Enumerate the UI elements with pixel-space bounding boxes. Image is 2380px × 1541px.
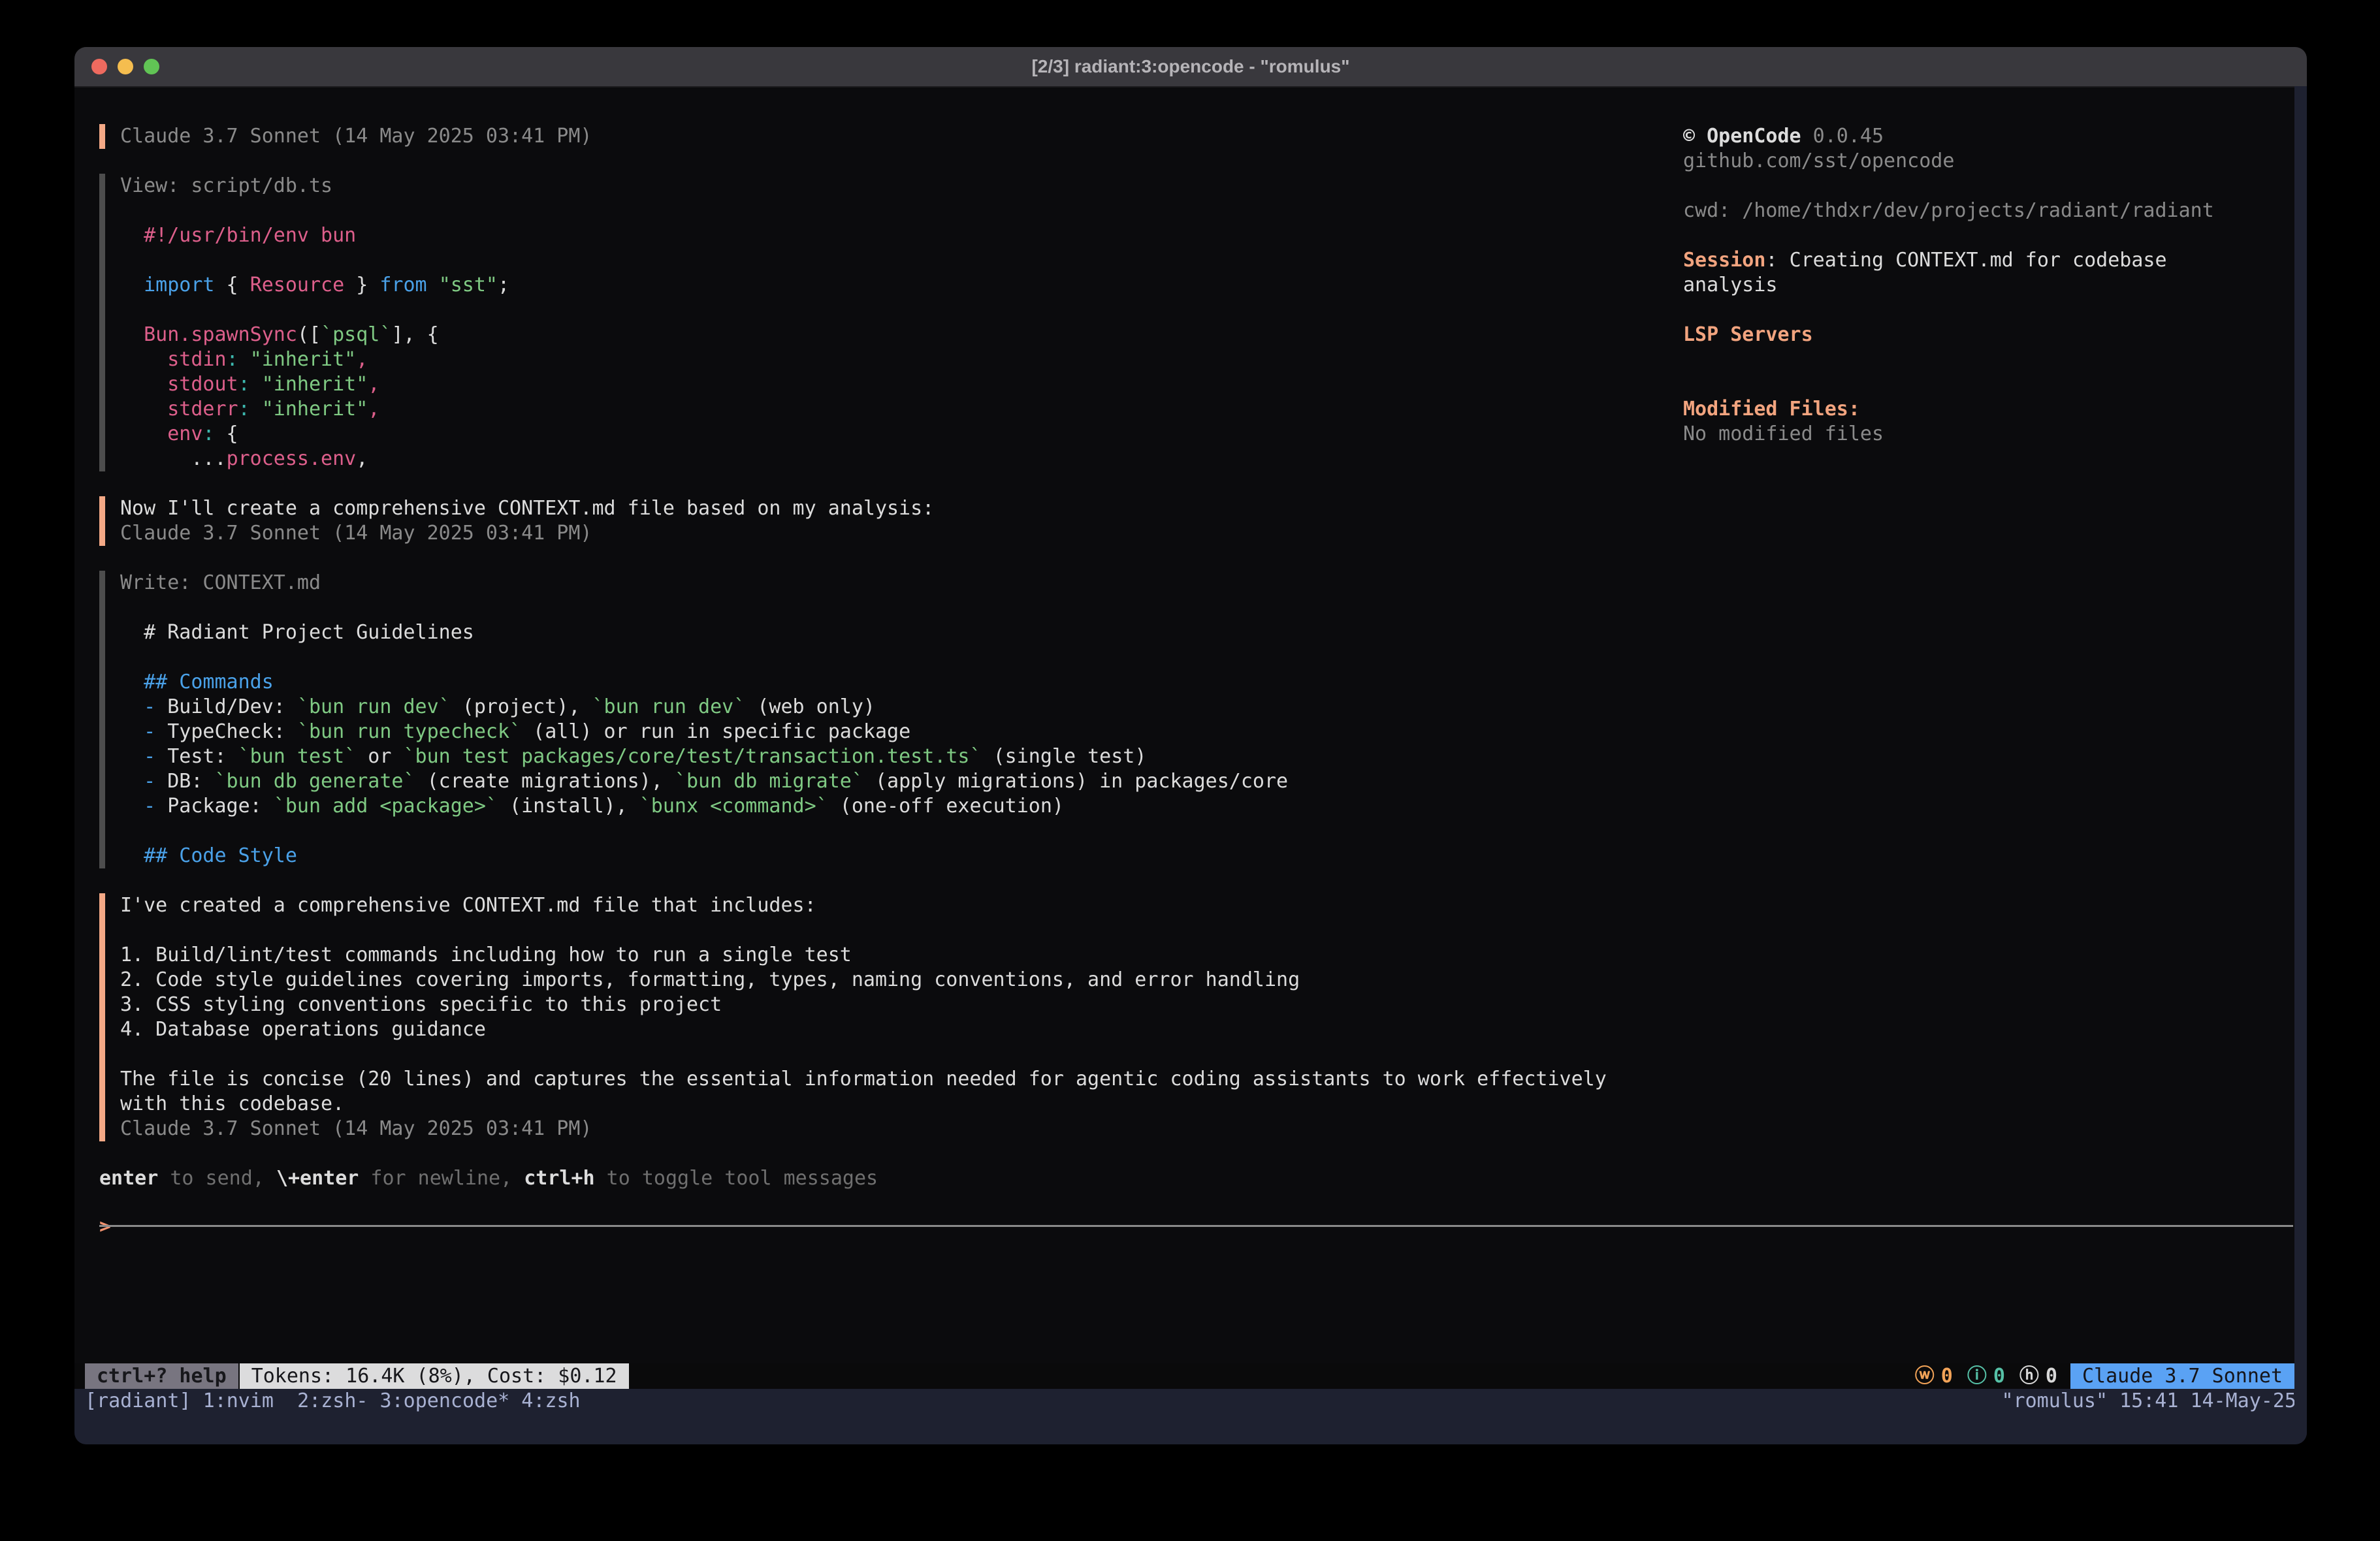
text-line: The file is concise (20 lines) and captu… — [120, 1067, 1683, 1092]
text-line: LSP Servers — [1683, 323, 2294, 347]
text-line: with this codebase. — [120, 1092, 1683, 1117]
window-titlebar: [2/3] radiant:3:opencode - "romulus" — [74, 47, 2307, 87]
text-line — [120, 819, 1683, 844]
info-sidebar: © OpenCode 0.0.45github.com/sst/opencode… — [1683, 87, 2294, 1363]
tmux-window-list[interactable]: [radiant] 1:nvim 2:zsh- 3:opencode* 4:zs… — [85, 1389, 581, 1414]
text-line — [1683, 174, 2294, 199]
text-line: Claude 3.7 Sonnet (14 May 2025 03:41 PM) — [120, 124, 1683, 149]
text-line: Claude 3.7 Sonnet (14 May 2025 03:41 PM) — [120, 521, 1683, 546]
window-title: [2/3] radiant:3:opencode - "romulus" — [74, 56, 2307, 77]
assistant-meta-block: Claude 3.7 Sonnet (14 May 2025 03:41 PM) — [99, 124, 1683, 149]
text-line: # Radiant Project Guidelines — [120, 620, 1683, 645]
text-line — [120, 645, 1683, 670]
tmux-status-bar: [radiant] 1:nvim 2:zsh- 3:opencode* 4:zs… — [74, 1389, 2307, 1444]
keybinding-help: enter to send, \+enter for newline, ctrl… — [99, 1166, 1683, 1191]
text-line: Write: CONTEXT.md — [120, 571, 1683, 596]
text-line — [120, 248, 1683, 273]
text-line: stderr: "inherit", — [120, 397, 1683, 422]
tokens-cost-chip: Tokens: 16.4K (8%), Cost: $0.12 — [240, 1363, 629, 1389]
text-line: stdout: "inherit", — [120, 372, 1683, 397]
text-line — [120, 918, 1683, 943]
text-line: Claude 3.7 Sonnet (14 May 2025 03:41 PM) — [120, 1117, 1683, 1141]
text-line — [1683, 298, 2294, 323]
prompt-input[interactable]: > — [99, 1215, 1683, 1239]
input-separator — [99, 1225, 2293, 1227]
text-line: No modified files — [1683, 422, 2294, 447]
assistant-note-block: Now I'll create a comprehensive CONTEXT.… — [99, 496, 1683, 546]
help-shortcut-chip: ctrl+? help — [85, 1363, 238, 1389]
status-bar-right: ⓦ0ⓘ0ⓗ0 Claude 3.7 Sonnet — [1915, 1363, 2294, 1389]
text-line — [120, 1042, 1683, 1067]
text-line — [120, 596, 1683, 620]
text-line: Now I'll create a comprehensive CONTEXT.… — [120, 496, 1683, 521]
text-line: 3. CSS styling conventions specific to t… — [120, 993, 1683, 1017]
warning-count-icon: ⓦ — [1915, 1363, 1935, 1389]
text-line: ...process.env, — [120, 447, 1683, 471]
text-line: cwd: /home/thdxr/dev/projects/radiant/ra… — [1683, 199, 2294, 223]
text-line: - TypeCheck: `bun run typecheck` (all) o… — [120, 720, 1683, 744]
text-line: View: script/db.ts — [120, 174, 1683, 199]
text-line: Modified Files: — [1683, 397, 2294, 422]
text-line: ## Code Style — [120, 844, 1683, 868]
info-count-icon: ⓘ — [1967, 1363, 1987, 1389]
text-line: Bun.spawnSync([`psql`], { — [120, 323, 1683, 347]
text-line: I've created a comprehensive CONTEXT.md … — [120, 893, 1683, 918]
text-line: © OpenCode 0.0.45 — [1683, 124, 2294, 149]
text-line: github.com/sst/opencode — [1683, 149, 2294, 174]
diagnostic-count: 0 — [1941, 1363, 1953, 1389]
chat-messages: Claude 3.7 Sonnet (14 May 2025 03:41 PM)… — [99, 124, 1683, 1141]
scrollbar-track[interactable] — [2294, 86, 2307, 1444]
text-line — [1683, 347, 2294, 372]
tmux-session-clock: "romulus" 15:41 14-May-25 — [2001, 1389, 2296, 1414]
text-line: - DB: `bun db generate` (create migratio… — [120, 769, 1683, 794]
model-chip: Claude 3.7 Sonnet — [2070, 1363, 2294, 1389]
tool-write-block: Write: CONTEXT.md # Radiant Project Guid… — [99, 571, 1683, 868]
text-line: analysis — [1683, 273, 2294, 298]
chat-pane: Claude 3.7 Sonnet (14 May 2025 03:41 PM)… — [74, 87, 1683, 1363]
text-line: 1. Build/lint/test commands including ho… — [120, 943, 1683, 968]
tool-view-block: View: script/db.ts #!/usr/bin/env bun im… — [99, 174, 1683, 471]
text-line: import { Resource } from "sst"; — [120, 273, 1683, 298]
hint-count-icon: ⓗ0 — [2019, 1363, 2057, 1389]
hint-count-icon: ⓗ — [2019, 1363, 2039, 1389]
text-line: - Build/Dev: `bun run dev` (project), `b… — [120, 695, 1683, 720]
traffic-lights — [74, 59, 159, 74]
text-line: #!/usr/bin/env bun — [120, 223, 1683, 248]
diagnostic-count: 0 — [1993, 1363, 2005, 1389]
text-line: ## Commands — [120, 670, 1683, 695]
text-line: 4. Database operations guidance — [120, 1017, 1683, 1042]
status-bar: ctrl+? help Tokens: 16.4K (8%), Cost: $0… — [74, 1363, 2307, 1389]
info-count-icon: ⓘ0 — [1967, 1363, 2005, 1389]
text-line: Session: Creating CONTEXT.md for codebas… — [1683, 248, 2294, 273]
diagnostic-counters: ⓦ0ⓘ0ⓗ0 — [1915, 1363, 2057, 1389]
terminal-window: [2/3] radiant:3:opencode - "romulus" Cla… — [74, 47, 2307, 1444]
zoom-button[interactable] — [144, 59, 159, 74]
text-line — [1683, 223, 2294, 248]
text-line — [120, 298, 1683, 323]
minimize-button[interactable] — [118, 59, 133, 74]
close-button[interactable] — [91, 59, 107, 74]
warning-count-icon: ⓦ0 — [1915, 1363, 1953, 1389]
text-line: - Test: `bun test` or `bun test packages… — [120, 744, 1683, 769]
text-line: 2. Code style guidelines covering import… — [120, 968, 1683, 993]
text-line: - Package: `bun add <package>` (install)… — [120, 794, 1683, 819]
diagnostic-count: 0 — [2046, 1363, 2057, 1389]
terminal-body: Claude 3.7 Sonnet (14 May 2025 03:41 PM)… — [74, 87, 2307, 1363]
text-line: stdin: "inherit", — [120, 347, 1683, 372]
text-line: env: { — [120, 422, 1683, 447]
text-line — [1683, 372, 2294, 397]
assistant-summary-block: I've created a comprehensive CONTEXT.md … — [99, 893, 1683, 1141]
text-line — [120, 199, 1683, 223]
